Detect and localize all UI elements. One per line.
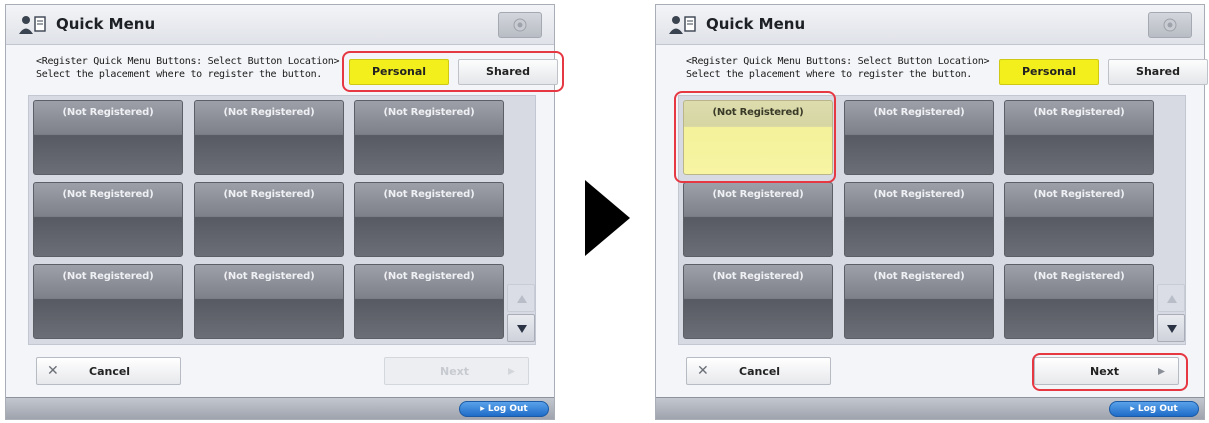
next-button[interactable]: Next xyxy=(384,357,529,385)
close-x-icon: ✕ xyxy=(47,363,59,379)
logout-button[interactable]: ▸ Log Out xyxy=(1109,401,1199,417)
instruction-heading: <Register Quick Menu Buttons: Select But… xyxy=(686,56,990,67)
tile-label: (Not Registered) xyxy=(873,189,965,200)
settings-button[interactable] xyxy=(498,12,542,38)
tile-label: (Not Registered) xyxy=(383,189,475,200)
cancel-label: Cancel xyxy=(89,365,131,378)
scroll-down-button[interactable] xyxy=(507,314,535,342)
tile-label: (Not Registered) xyxy=(223,189,315,200)
up-arrow-icon xyxy=(1167,295,1177,303)
instructions: <Register Quick Menu Buttons: Select But… xyxy=(686,55,990,81)
title-bar: Quick Menu xyxy=(656,5,1204,45)
tile-label: (Not Registered) xyxy=(1033,107,1125,118)
logout-label: Log Out xyxy=(487,404,528,414)
scroll-up-button[interactable] xyxy=(1157,284,1185,312)
location-tile[interactable]: (Not Registered) xyxy=(354,182,504,257)
quick-menu-user-icon xyxy=(19,16,46,34)
location-tile[interactable]: (Not Registered) xyxy=(354,100,504,175)
highlight-personal-shared xyxy=(342,51,564,92)
location-tile[interactable]: (Not Registered) xyxy=(1004,100,1154,175)
cancel-button[interactable]: ✕ Cancel xyxy=(36,357,181,385)
tile-label: (Not Registered) xyxy=(62,189,154,200)
page-title: Quick Menu xyxy=(56,15,156,33)
tile-label: (Not Registered) xyxy=(383,271,475,282)
cancel-button[interactable]: ✕ Cancel xyxy=(686,357,831,385)
status-bar: ▸ Log Out xyxy=(656,397,1204,419)
tile-label: (Not Registered) xyxy=(62,271,154,282)
scroll-down-button[interactable] xyxy=(1157,314,1185,342)
tile-label: (Not Registered) xyxy=(1033,189,1125,200)
tile-label: (Not Registered) xyxy=(873,271,965,282)
quick-menu-screen-after: Quick Menu <Register Quick Menu Buttons:… xyxy=(655,4,1208,420)
location-tile[interactable]: (Not Registered) xyxy=(1004,182,1154,257)
button-location-grid: (Not Registered) (Not Registered) (Not R… xyxy=(28,95,536,345)
tile-label: (Not Registered) xyxy=(223,107,315,118)
logout-label: Log Out xyxy=(1137,404,1178,414)
location-tile[interactable]: (Not Registered) xyxy=(1004,264,1154,339)
highlight-selected-tile xyxy=(674,91,836,183)
close-x-icon: ✕ xyxy=(697,363,709,379)
tile-label: (Not Registered) xyxy=(712,271,804,282)
location-tile[interactable]: (Not Registered) xyxy=(33,182,183,257)
title-bar: Quick Menu xyxy=(6,5,554,45)
tile-label: (Not Registered) xyxy=(1033,271,1125,282)
down-arrow-icon xyxy=(517,325,527,333)
logout-button[interactable]: ▸ Log Out xyxy=(459,401,549,417)
location-tile[interactable]: (Not Registered) xyxy=(844,182,994,257)
highlight-next-button xyxy=(1032,353,1188,391)
location-tile[interactable]: (Not Registered) xyxy=(194,264,344,339)
location-tile[interactable]: (Not Registered) xyxy=(844,100,994,175)
logout-icon: ▸ xyxy=(480,404,485,414)
up-arrow-icon xyxy=(517,295,527,303)
settings-icon xyxy=(1163,18,1177,32)
tile-label: (Not Registered) xyxy=(712,189,804,200)
settings-icon xyxy=(513,18,527,32)
instructions: <Register Quick Menu Buttons: Select But… xyxy=(36,55,340,81)
location-tile[interactable]: (Not Registered) xyxy=(33,264,183,339)
instruction-text: Select the placement where to register t… xyxy=(36,69,323,80)
location-tile[interactable]: (Not Registered) xyxy=(683,182,833,257)
quick-menu-user-icon xyxy=(669,16,696,34)
logout-icon: ▸ xyxy=(1130,404,1135,414)
quick-menu-screen-before: Quick Menu <Register Quick Menu Buttons:… xyxy=(5,4,564,420)
scroll-up-button[interactable] xyxy=(507,284,535,312)
location-tile[interactable]: (Not Registered) xyxy=(683,264,833,339)
tab-personal[interactable]: Personal xyxy=(999,59,1099,85)
tile-label: (Not Registered) xyxy=(873,107,965,118)
tile-label: (Not Registered) xyxy=(62,107,154,118)
status-bar: ▸ Log Out xyxy=(6,397,554,419)
location-tile[interactable]: (Not Registered) xyxy=(33,100,183,175)
transition-arrow-icon xyxy=(585,180,630,256)
down-arrow-icon xyxy=(1167,325,1177,333)
instruction-text: Select the placement where to register t… xyxy=(686,69,973,80)
location-tile[interactable]: (Not Registered) xyxy=(844,264,994,339)
settings-button[interactable] xyxy=(1148,12,1192,38)
instruction-heading: <Register Quick Menu Buttons: Select But… xyxy=(36,56,340,67)
location-tile[interactable]: (Not Registered) xyxy=(194,100,344,175)
tile-label: (Not Registered) xyxy=(223,271,315,282)
cancel-label: Cancel xyxy=(739,365,781,378)
right-arrow-icon xyxy=(508,368,515,375)
tab-shared[interactable]: Shared xyxy=(1108,59,1208,85)
location-tile[interactable]: (Not Registered) xyxy=(354,264,504,339)
tile-label: (Not Registered) xyxy=(383,107,475,118)
next-label: Next xyxy=(440,365,470,378)
location-tile[interactable]: (Not Registered) xyxy=(194,182,344,257)
page-title: Quick Menu xyxy=(706,15,806,33)
